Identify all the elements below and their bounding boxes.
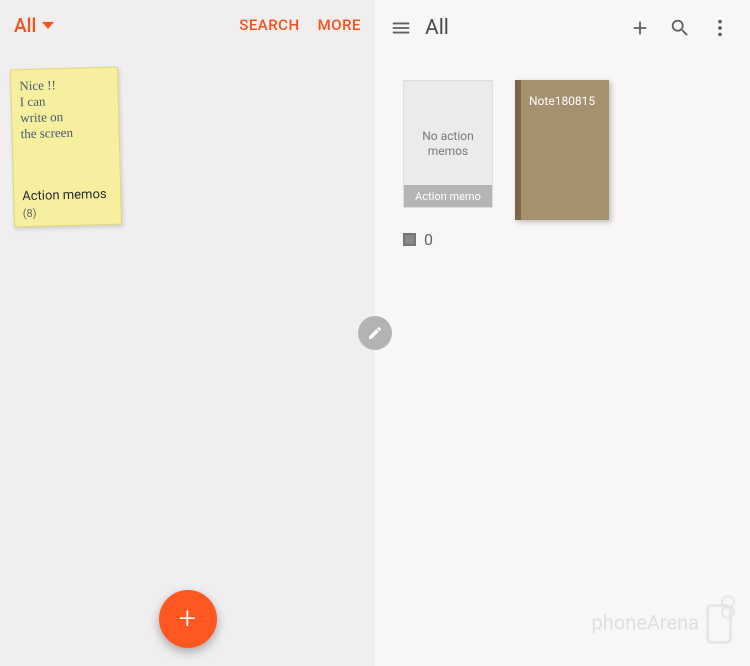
edit-fab[interactable] — [358, 316, 392, 350]
empty-message: No action memos — [404, 129, 492, 159]
search-button[interactable]: SEARCH — [239, 16, 299, 34]
chevron-down-icon — [42, 22, 54, 29]
header: All SEARCH MORE — [0, 0, 375, 50]
sticky-note-action-memos[interactable]: Nice !! I can write on the screen Action… — [10, 67, 122, 228]
pencil-icon — [367, 325, 383, 341]
search-button[interactable] — [660, 8, 700, 48]
plus-icon: + — [179, 604, 196, 634]
bookmark-icon — [403, 233, 416, 246]
add-button[interactable] — [620, 8, 660, 48]
card-label: Action memo — [404, 185, 492, 207]
overflow-menu-button[interactable] — [700, 8, 740, 48]
bookmark-count: 0 — [424, 230, 433, 249]
notebook-card[interactable]: Note180815 — [515, 80, 609, 220]
more-button[interactable]: MORE — [318, 16, 361, 34]
dropdown-label: All — [14, 14, 36, 37]
notebook-title: Note180815 — [529, 94, 601, 108]
add-note-fab[interactable]: + — [159, 590, 217, 648]
sticky-count: (8) — [23, 207, 37, 220]
notes-app-v2: All No action memos Action memo Note1808… — [375, 0, 750, 666]
handwriting-preview: Nice !! I can write on the screen — [19, 76, 113, 142]
note-grid: No action memos Action memo Note180815 — [375, 56, 750, 220]
hamburger-icon — [390, 17, 412, 39]
header: All — [375, 0, 750, 56]
sticky-category-label: Action memos — [22, 187, 107, 204]
category-dropdown[interactable]: All — [14, 14, 54, 37]
notes-app-v1: All SEARCH MORE Nice !! I can write on t… — [0, 0, 375, 666]
more-vertical-icon — [709, 17, 731, 39]
plus-icon — [629, 17, 651, 39]
action-memo-card[interactable]: No action memos Action memo — [403, 80, 493, 208]
bookmark-row: 0 — [375, 220, 750, 249]
hamburger-menu-button[interactable] — [381, 8, 421, 48]
page-title: All — [425, 16, 449, 40]
search-icon — [669, 17, 691, 39]
